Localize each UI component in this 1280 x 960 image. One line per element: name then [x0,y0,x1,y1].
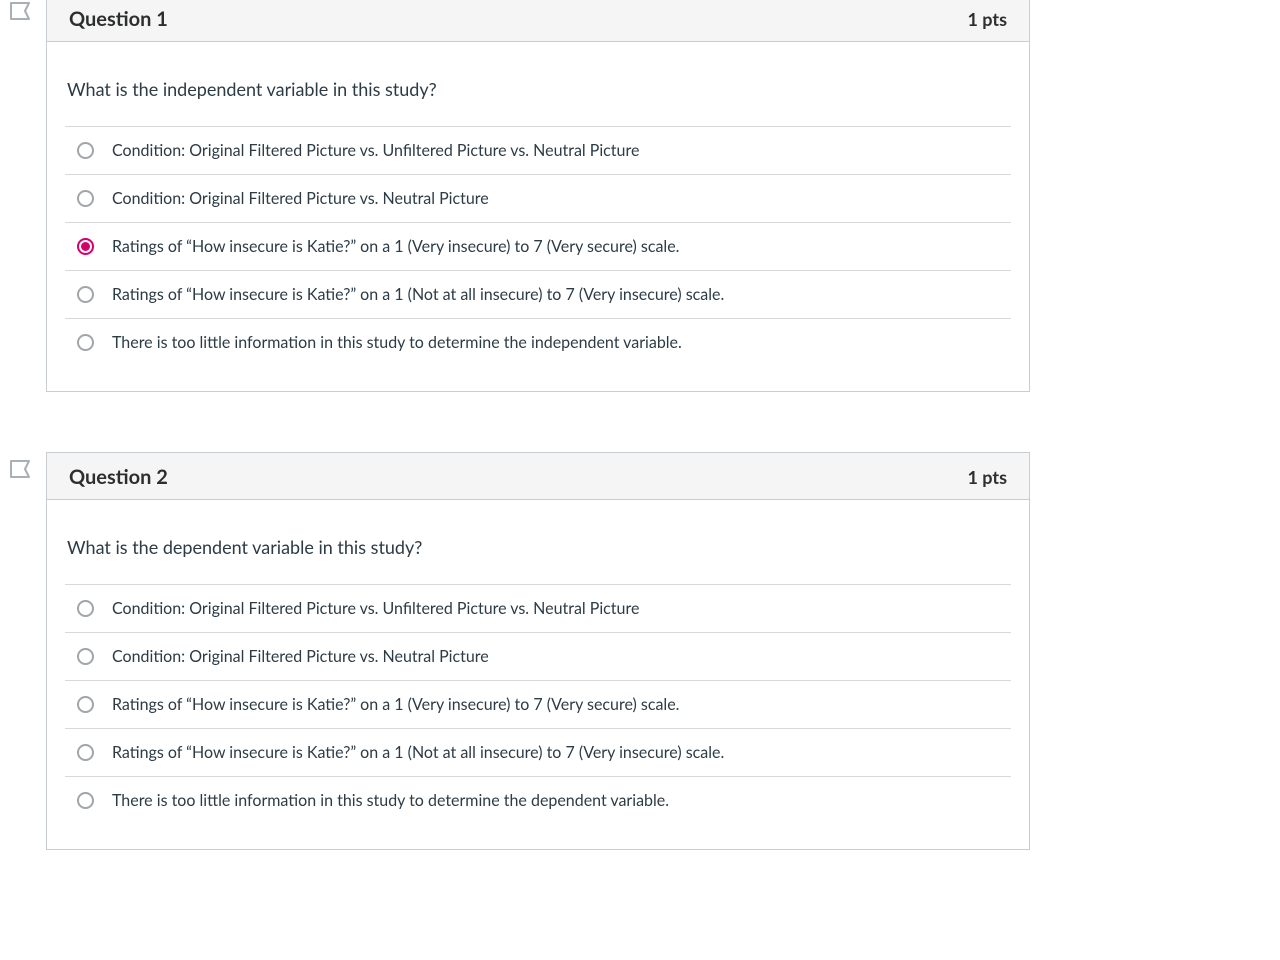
radio-icon [77,142,94,159]
answer-text: Condition: Original Filtered Picture vs.… [112,189,489,208]
radio-icon [77,238,94,255]
radio-icon [77,334,94,351]
answer-text: There is too little information in this … [112,791,669,810]
question-box: Question 2 1 pts What is the dependent v… [46,452,1030,850]
question-title: Question 1 [69,7,168,31]
flag-icon[interactable] [8,458,34,480]
question-body: What is the dependent variable in this s… [47,500,1029,849]
answer-text: Condition: Original Filtered Picture vs.… [112,141,639,160]
answer-option[interactable]: Condition: Original Filtered Picture vs.… [65,632,1011,680]
answer-text: Condition: Original Filtered Picture vs.… [112,599,639,618]
radio-icon [77,792,94,809]
answer-option[interactable]: Ratings of “How insecure is Katie?” on a… [65,270,1011,318]
answer-option[interactable]: Ratings of “How insecure is Katie?” on a… [65,680,1011,728]
answer-option[interactable]: Ratings of “How insecure is Katie?” on a… [65,728,1011,776]
question-container: Question 1 1 pts What is the independent… [0,0,1280,392]
radio-icon [77,190,94,207]
radio-icon [77,600,94,617]
answer-option[interactable]: There is too little information in this … [65,318,1011,367]
question-prompt: What is the dependent variable in this s… [65,536,1011,576]
answer-text: Ratings of “How insecure is Katie?” on a… [112,285,724,304]
answer-text: Ratings of “How insecure is Katie?” on a… [112,743,724,762]
answers-list: Condition: Original Filtered Picture vs.… [65,576,1011,825]
radio-icon [77,648,94,665]
answer-option[interactable]: Condition: Original Filtered Picture vs.… [65,584,1011,632]
question-title: Question 2 [69,465,168,489]
question-header: Question 2 1 pts [47,453,1029,500]
answer-option[interactable]: Ratings of “How insecure is Katie?” on a… [65,222,1011,270]
answer-option[interactable]: There is too little information in this … [65,776,1011,825]
question-prompt: What is the independent variable in this… [65,78,1011,118]
radio-icon [77,696,94,713]
question-container: Question 2 1 pts What is the dependent v… [0,452,1280,850]
answer-option[interactable]: Condition: Original Filtered Picture vs.… [65,174,1011,222]
answer-option[interactable]: Condition: Original Filtered Picture vs.… [65,126,1011,174]
question-body: What is the independent variable in this… [47,42,1029,391]
question-box: Question 1 1 pts What is the independent… [46,0,1030,392]
flag-icon[interactable] [8,0,34,22]
answers-list: Condition: Original Filtered Picture vs.… [65,118,1011,367]
answer-text: Ratings of “How insecure is Katie?” on a… [112,237,679,256]
question-points: 1 pts [967,8,1007,30]
answer-text: Ratings of “How insecure is Katie?” on a… [112,695,679,714]
question-header: Question 1 1 pts [47,0,1029,42]
radio-icon [77,286,94,303]
radio-icon [77,744,94,761]
answer-text: There is too little information in this … [112,333,682,352]
answer-text: Condition: Original Filtered Picture vs.… [112,647,489,666]
question-points: 1 pts [967,466,1007,488]
